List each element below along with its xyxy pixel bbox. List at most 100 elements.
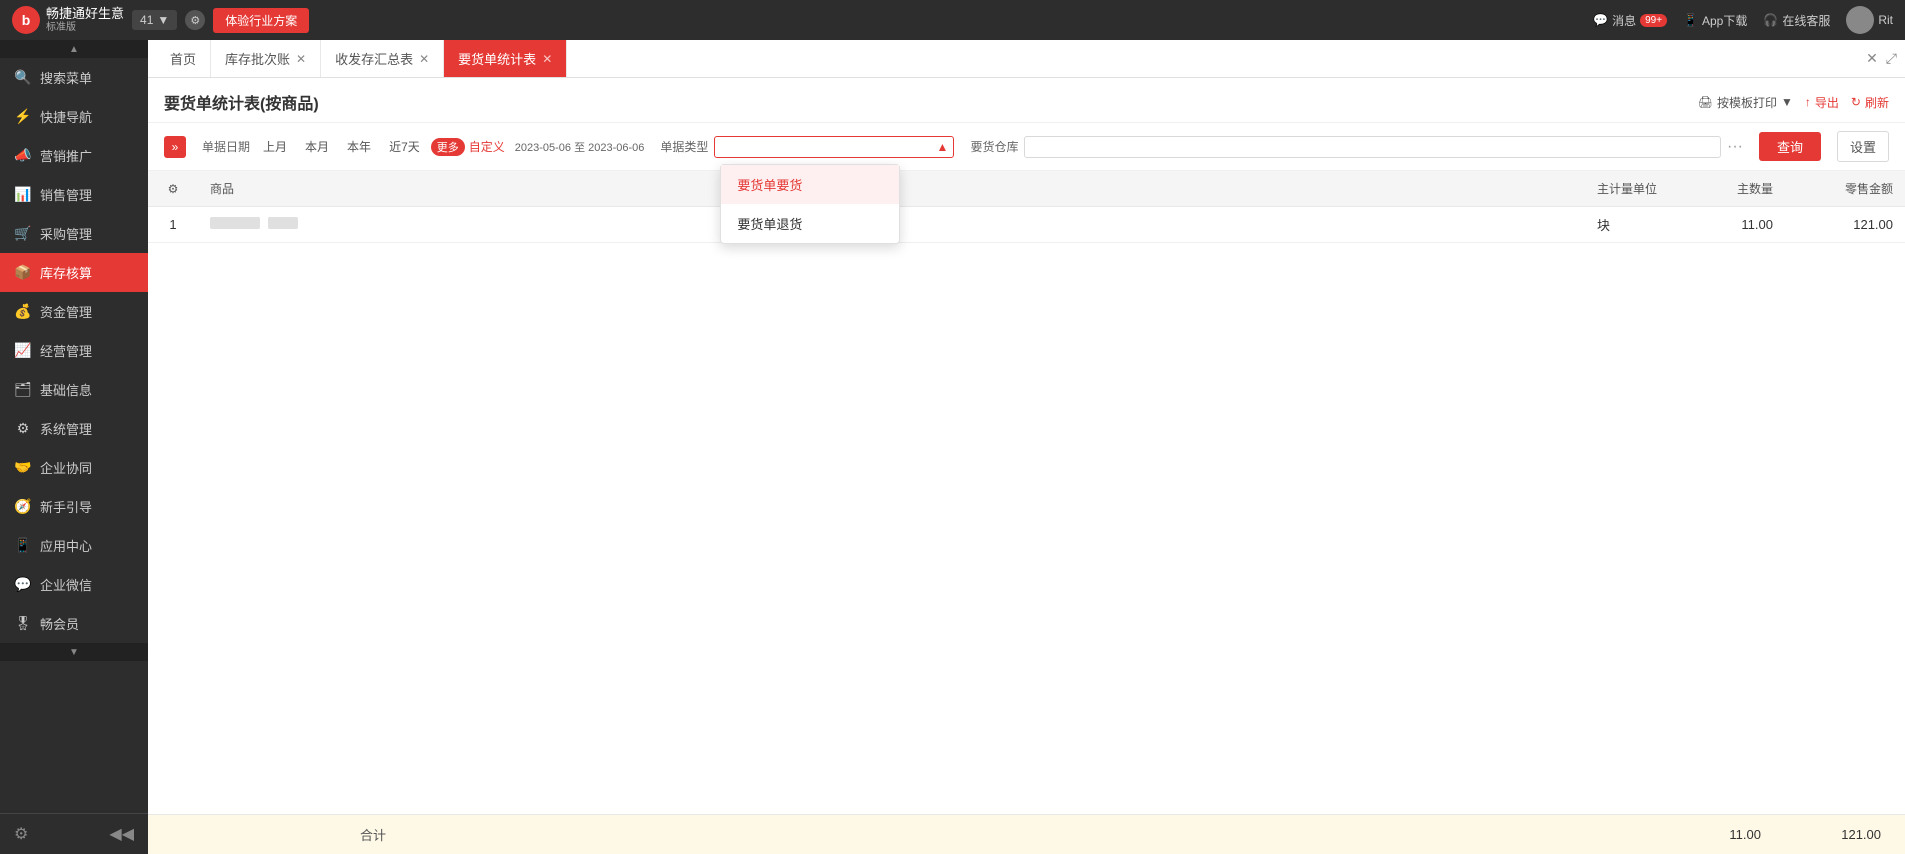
date-btn-7days[interactable]: 近7天 <box>382 136 427 157</box>
date-btn-this-year[interactable]: 本年 <box>340 136 378 157</box>
sidebar-item-quicknav[interactable]: ⚡ 快捷导航 <box>0 97 148 136</box>
sidebar-scroll-up[interactable]: ▲ <box>0 40 148 58</box>
footer-label: 合计 <box>160 825 386 844</box>
dropdown-option-requisition-return[interactable]: 要货单退货 <box>721 204 899 243</box>
system-icon: ⚙ <box>14 420 32 438</box>
basic-icon: 🗂 <box>14 381 32 399</box>
filter-type-input[interactable] <box>714 136 954 158</box>
sidebar-item-member[interactable]: 🎖 畅会员 <box>0 604 148 643</box>
col-settings-icon: ⚙ <box>168 182 179 196</box>
company-select[interactable]: 41 ▼ <box>132 10 177 30</box>
sidebar-scroll-down[interactable]: ▼ <box>0 643 148 661</box>
settings-button[interactable]: 设置 <box>1837 131 1889 162</box>
filter-type-group: 单据类型 ▲ 要货单要货 要货单退货 <box>660 136 954 158</box>
sidebar-item-sales[interactable]: 📊 销售管理 <box>0 175 148 214</box>
sidebar: ▲ 🔍 搜索菜单 ⚡ 快捷导航 📣 营销推广 📊 销售管理 🛒 采购管理 📦 库… <box>0 40 148 854</box>
header-settings-icon[interactable]: ⚙ <box>185 10 205 30</box>
tab-bar-close-icon[interactable]: ✕ <box>1866 50 1878 67</box>
sidebar-item-wechat[interactable]: 💬 企业微信 <box>0 565 148 604</box>
marketing-icon: 📣 <box>14 147 32 165</box>
sidebar-item-basic[interactable]: 🗂 基础信息 <box>0 370 148 409</box>
filter-date-group: 单据日期 上月 本月 本年 近7天 更多 自定义 2023-05-06 至 20… <box>202 136 644 157</box>
sidebar-item-purchase[interactable]: 🛒 采购管理 <box>0 214 148 253</box>
sidebar-item-cooperation[interactable]: 🤝 企业协同 <box>0 448 148 487</box>
table-wrap: ⚙ 商品 主计量单位 主数量 零售金额 1 <box>148 171 1905 814</box>
sales-icon: 📊 <box>14 186 32 204</box>
date-btn-last-month[interactable]: 上月 <box>256 136 294 157</box>
filter-warehouse-input[interactable] <box>1024 136 1721 158</box>
member-icon: 🎖 <box>14 615 32 633</box>
export-btn[interactable]: ↑ 导出 <box>1805 94 1839 111</box>
data-table: ⚙ 商品 主计量单位 主数量 零售金额 1 <box>148 171 1905 243</box>
date-more-badge[interactable]: 更多 <box>431 138 465 156</box>
sidebar-item-label: 销售管理 <box>40 185 92 204</box>
cooperation-icon: 🤝 <box>14 459 32 477</box>
sidebar-item-appcenter[interactable]: 📱 应用中心 <box>0 526 148 565</box>
app-download-btn[interactable]: 📱 App下载 <box>1683 12 1747 29</box>
header-right: 💬 消息 99+ 📱 App下载 🎧 在线客服 Rit <box>1593 6 1893 34</box>
service-btn[interactable]: 🎧 在线客服 <box>1763 12 1830 29</box>
tab-inventory-batch[interactable]: 库存批次账 ✕ <box>211 40 321 77</box>
footer-qty: 11.00 <box>1673 827 1773 842</box>
warehouse-label: 要货仓库 <box>970 138 1018 155</box>
logo-icon: b <box>12 6 40 34</box>
tab-close-receive-send[interactable]: ✕ <box>419 52 429 66</box>
cell-unit: 块 <box>1585 207 1685 243</box>
main-layout: ▲ 🔍 搜索菜单 ⚡ 快捷导航 📣 营销推广 📊 销售管理 🛒 采购管理 📦 库… <box>0 40 1905 854</box>
sidebar-item-finance[interactable]: 💰 资金管理 <box>0 292 148 331</box>
message-badge: 99+ <box>1640 14 1667 27</box>
table-row: 1 块 11.00 121.00 <box>148 207 1905 243</box>
goods-placeholder1 <box>210 217 260 229</box>
date-btn-this-month[interactable]: 本月 <box>298 136 336 157</box>
sidebar-item-system[interactable]: ⚙ 系统管理 <box>0 409 148 448</box>
col-header-qty: 主数量 <box>1685 171 1785 207</box>
print-template-btn[interactable]: 🖨 按模板打印 ▼ <box>1698 94 1793 111</box>
message-btn[interactable]: 💬 消息 99+ <box>1593 12 1667 29</box>
sidebar-item-label: 新手引导 <box>40 497 92 516</box>
tab-bar-expand-icon[interactable]: ⤢ <box>1886 50 1897 67</box>
date-range-group: 上月 本月 本年 近7天 更多 自定义 <box>256 136 505 157</box>
tab-requisition-stats[interactable]: 要货单统计表 ✕ <box>444 40 567 77</box>
export-icon: ↑ <box>1805 95 1811 109</box>
sidebar-item-operations[interactable]: 📈 经营管理 <box>0 331 148 370</box>
trial-button[interactable]: 体验行业方案 <box>213 8 309 33</box>
sidebar-item-marketing[interactable]: 📣 营销推广 <box>0 136 148 175</box>
sidebar-collapse-btn[interactable]: ◀◀ <box>109 824 134 844</box>
col-header-amount: 零售金额 <box>1785 171 1905 207</box>
sidebar-item-label: 系统管理 <box>40 419 92 438</box>
tab-receive-send[interactable]: 收发存汇总表 ✕ <box>321 40 444 77</box>
sidebar-item-search[interactable]: 🔍 搜索菜单 <box>0 58 148 97</box>
sidebar-item-inventory[interactable]: 📦 库存核算 <box>0 253 148 292</box>
page-title-bar: 要货单统计表(按商品) 🖨 按模板打印 ▼ ↑ 导出 ↻ 刷新 <box>148 78 1905 122</box>
cell-amount: 121.00 <box>1785 207 1905 243</box>
finance-icon: 💰 <box>14 303 32 321</box>
tab-close-inventory-batch[interactable]: ✕ <box>296 52 306 66</box>
tab-bar: 首页 库存批次账 ✕ 收发存汇总表 ✕ 要货单统计表 ✕ ✕ ⤢ <box>148 40 1905 78</box>
dropdown-option-requisition-order[interactable]: 要货单要货 <box>721 165 899 204</box>
header-left: b 畅捷通好生意 标准版 41 ▼ ⚙ 体验行业方案 <box>12 6 309 34</box>
refresh-btn[interactable]: ↻ 刷新 <box>1851 94 1889 111</box>
page-actions: 🖨 按模板打印 ▼ ↑ 导出 ↻ 刷新 <box>1698 94 1889 111</box>
sidebar-item-label: 库存核算 <box>40 263 92 282</box>
tab-home[interactable]: 首页 <box>156 40 211 77</box>
search-icon: 🔍 <box>14 69 32 87</box>
goods-placeholder2 <box>268 217 298 229</box>
sidebar-item-label: 经营管理 <box>40 341 92 360</box>
sidebar-item-guide[interactable]: 🧭 新手引导 <box>0 487 148 526</box>
wechat-icon: 💬 <box>14 576 32 594</box>
tab-close-requisition-stats[interactable]: ✕ <box>542 52 552 66</box>
chevron-down-icon: ▼ <box>1781 95 1793 109</box>
quicknav-icon: ⚡ <box>14 108 32 126</box>
chevron-up-icon[interactable]: ▲ <box>937 140 949 154</box>
query-button[interactable]: 查询 <box>1759 132 1821 161</box>
sidebar-item-label: 基础信息 <box>40 380 92 399</box>
sidebar-settings-btn[interactable]: ⚙ <box>14 824 28 844</box>
page-title: 要货单统计表(按商品) <box>164 90 319 114</box>
user-avatar-area[interactable]: Rit <box>1846 6 1893 34</box>
col-header-settings[interactable]: ⚙ <box>148 171 198 207</box>
date-custom-btn[interactable]: 自定义 <box>469 138 505 155</box>
filter-more-icon[interactable]: ··· <box>1727 138 1743 156</box>
filter-expand-btn[interactable]: » <box>164 136 186 158</box>
guide-icon: 🧭 <box>14 498 32 516</box>
tabs: 首页 库存批次账 ✕ 收发存汇总表 ✕ 要货单统计表 ✕ <box>156 40 567 77</box>
